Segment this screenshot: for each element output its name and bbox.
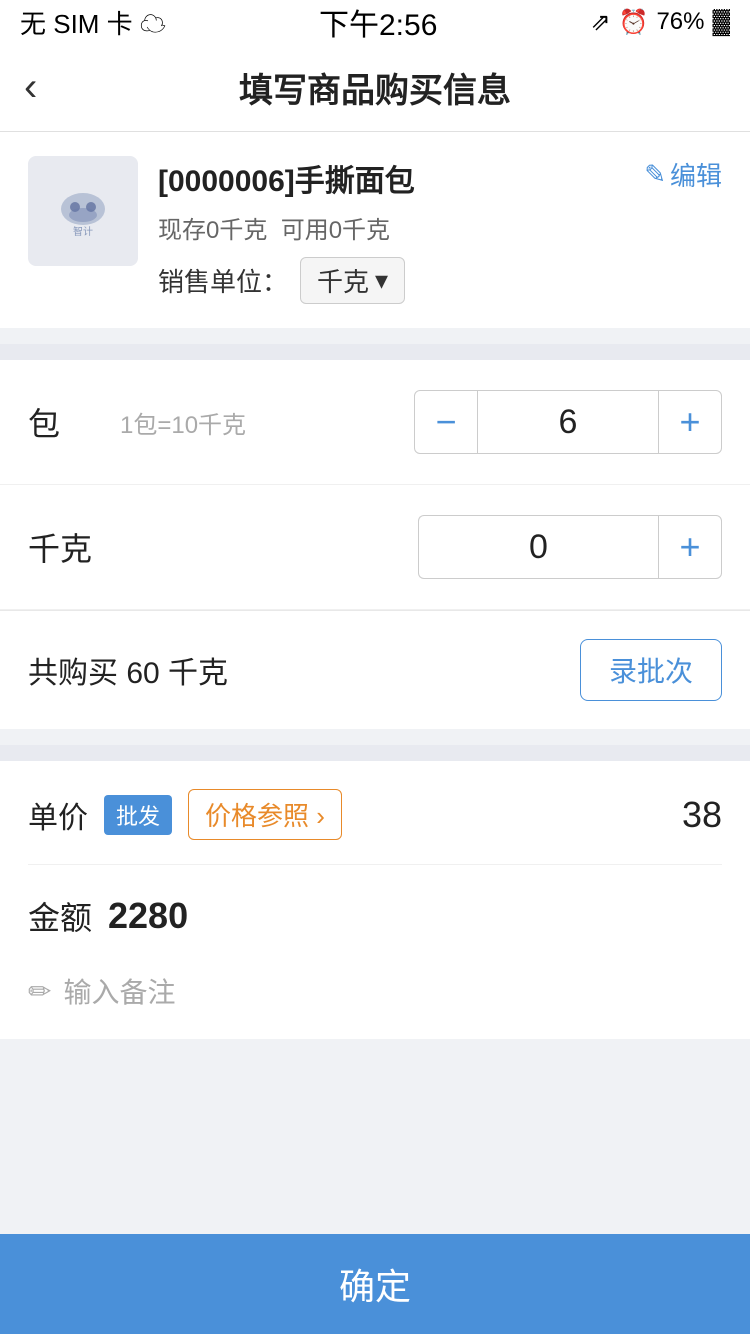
bag-qty-controls: − +	[414, 390, 722, 454]
kg-qty-input[interactable]	[418, 515, 658, 579]
unit-label: 销售单位：	[158, 262, 288, 299]
alarm-icon: ⏰	[619, 8, 649, 37]
confirm-label: 确定	[339, 1258, 411, 1310]
nav-bar: ‹ 填写商品购买信息	[0, 44, 750, 132]
product-logo-icon: 智计	[53, 181, 113, 241]
unit-selector[interactable]: 千克 ▾	[300, 257, 405, 304]
amount-value: 2280	[108, 895, 188, 937]
product-stock: 现存0千克 可用0千克	[158, 210, 722, 245]
battery-level: 76%	[656, 8, 704, 36]
page-title: 填写商品购买信息	[239, 63, 511, 112]
batch-button[interactable]: 录批次	[580, 639, 722, 701]
total-row: 共购买 60 千克 录批次	[0, 610, 750, 729]
bag-qty-input[interactable]	[478, 390, 658, 454]
edit-icon: ✎	[644, 159, 666, 190]
dropdown-icon: ▾	[375, 265, 388, 296]
product-unit-row: 销售单位： 千克 ▾	[158, 257, 722, 304]
bag-quantity-row: 包 1包=10千克 − +	[0, 360, 750, 485]
kg-increment-button[interactable]: +	[658, 515, 722, 579]
product-name: [0000006]手撕面包	[158, 156, 722, 200]
bag-decrement-button[interactable]: −	[414, 390, 478, 454]
bag-hint: 1包=10千克	[120, 405, 414, 440]
status-time: 下午2:56	[319, 0, 437, 44]
product-section: 智计 [0000006]手撕面包 现存0千克 可用0千克 销售单位： 千克 ▾ …	[0, 132, 750, 328]
amount-section: 金额 2280 ✏ 输入备注	[0, 865, 750, 1039]
price-value: 38	[682, 794, 722, 836]
price-row: 单价 批发 价格参照 › 38	[28, 789, 722, 865]
section-divider-1	[0, 344, 750, 360]
amount-label: 金额	[28, 893, 92, 939]
remark-placeholder: 输入备注	[63, 971, 175, 1011]
product-image: 智计	[28, 156, 138, 266]
price-label: 单价	[28, 793, 88, 837]
status-right: ⇗ ⏰ 76% ▓	[590, 8, 730, 37]
quantity-section: 包 1包=10千克 − + 千克 +	[0, 360, 750, 610]
location-icon: ⇗	[590, 8, 610, 37]
remark-icon: ✏	[28, 975, 51, 1008]
kg-qty-controls: +	[418, 515, 722, 579]
battery-icon: ▓	[713, 8, 731, 36]
back-button[interactable]: ‹	[24, 65, 37, 110]
svg-text:智计: 智计	[73, 225, 93, 238]
section-divider-2	[0, 745, 750, 761]
status-left: 无 SIM 卡 ☁	[20, 4, 166, 41]
price-type-tag: 批发	[104, 795, 172, 835]
bag-label: 包	[28, 399, 108, 445]
status-bar: 无 SIM 卡 ☁ 下午2:56 ⇗ ⏰ 76% ▓	[0, 0, 750, 44]
content-area	[0, 1039, 750, 1234]
sim-status: 无 SIM 卡 ☁	[20, 4, 166, 41]
amount-row: 金额 2280	[28, 893, 722, 955]
kg-quantity-row: 千克 +	[0, 485, 750, 610]
confirm-bar[interactable]: 确定	[0, 1234, 750, 1334]
product-info: [0000006]手撕面包 现存0千克 可用0千克 销售单位： 千克 ▾	[158, 156, 722, 304]
remark-row[interactable]: ✏ 输入备注	[28, 955, 722, 1039]
price-section: 单价 批发 价格参照 › 38	[0, 761, 750, 865]
price-reference-button[interactable]: 价格参照 ›	[188, 789, 342, 840]
bag-increment-button[interactable]: +	[658, 390, 722, 454]
kg-label: 千克	[28, 524, 108, 570]
edit-button[interactable]: ✎ 编辑	[644, 156, 722, 193]
total-text: 共购买 60 千克	[28, 648, 228, 692]
